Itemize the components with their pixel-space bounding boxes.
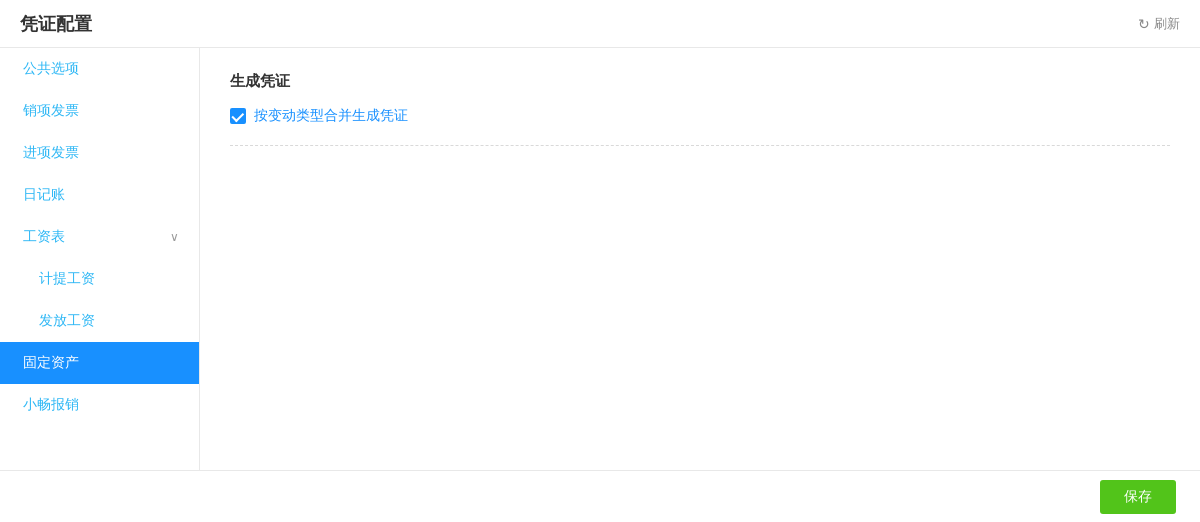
sidebar-item-payroll-issue[interactable]: 发放工资 bbox=[0, 300, 199, 342]
sidebar-item-expense-reimbursement[interactable]: 小畅报销 bbox=[0, 384, 199, 426]
sidebar-item-label: 进项发票 bbox=[23, 144, 79, 162]
sidebar-item-public-options[interactable]: 公共选项 bbox=[0, 48, 199, 90]
sidebar-item-payroll-table[interactable]: 工资表 ∨ bbox=[0, 216, 199, 258]
sidebar-item-label: 小畅报销 bbox=[23, 396, 79, 414]
sidebar-item-fixed-assets[interactable]: 固定资产 bbox=[0, 342, 199, 384]
page-title: 凭证配置 bbox=[20, 12, 92, 36]
sidebar-item-label: 公共选项 bbox=[23, 60, 79, 78]
sidebar-item-label: 销项发票 bbox=[23, 102, 79, 120]
section-divider bbox=[230, 145, 1170, 146]
sidebar-item-sales-invoice[interactable]: 销项发票 bbox=[0, 90, 199, 132]
save-button[interactable]: 保存 bbox=[1100, 480, 1176, 514]
page-wrapper: 凭证配置 ↻ 刷新 公共选项销项发票进项发票日记账工资表 ∨ 计提工资发放工资固定资… bbox=[0, 0, 1200, 522]
sidebar-item-journal[interactable]: 日记账 bbox=[0, 174, 199, 216]
sidebar-item-label: 固定资产 bbox=[23, 354, 79, 372]
merge-by-type-label[interactable]: 按变动类型合并生成凭证 bbox=[254, 107, 408, 125]
sidebar-item-label: 计提工资 bbox=[39, 270, 95, 288]
checkbox-row: 按变动类型合并生成凭证 bbox=[230, 107, 1170, 125]
refresh-label: 刷新 bbox=[1154, 15, 1180, 33]
chevron-down-icon: ∨ bbox=[170, 230, 179, 244]
sidebar-item-purchase-invoice[interactable]: 进项发票 bbox=[0, 132, 199, 174]
sidebar-item-label: 发放工资 bbox=[39, 312, 95, 330]
sidebar-item-label: 日记账 bbox=[23, 186, 65, 204]
sidebar-item-payroll-accrual[interactable]: 计提工资 bbox=[0, 258, 199, 300]
refresh-button[interactable]: ↻ 刷新 bbox=[1138, 15, 1180, 33]
sidebar: 公共选项销项发票进项发票日记账工资表 ∨ 计提工资发放工资固定资产小畅报销 bbox=[0, 48, 200, 470]
sidebar-item-label: 工资表 bbox=[23, 228, 65, 246]
refresh-icon: ↻ bbox=[1138, 16, 1150, 32]
footer: 保存 bbox=[0, 470, 1200, 522]
merge-by-type-checkbox[interactable] bbox=[230, 108, 246, 124]
main-content: 生成凭证 按变动类型合并生成凭证 bbox=[200, 48, 1200, 470]
body-layout: 公共选项销项发票进项发票日记账工资表 ∨ 计提工资发放工资固定资产小畅报销 生成凭证… bbox=[0, 48, 1200, 470]
header: 凭证配置 ↻ 刷新 bbox=[0, 0, 1200, 48]
section-title: 生成凭证 bbox=[230, 72, 1170, 91]
